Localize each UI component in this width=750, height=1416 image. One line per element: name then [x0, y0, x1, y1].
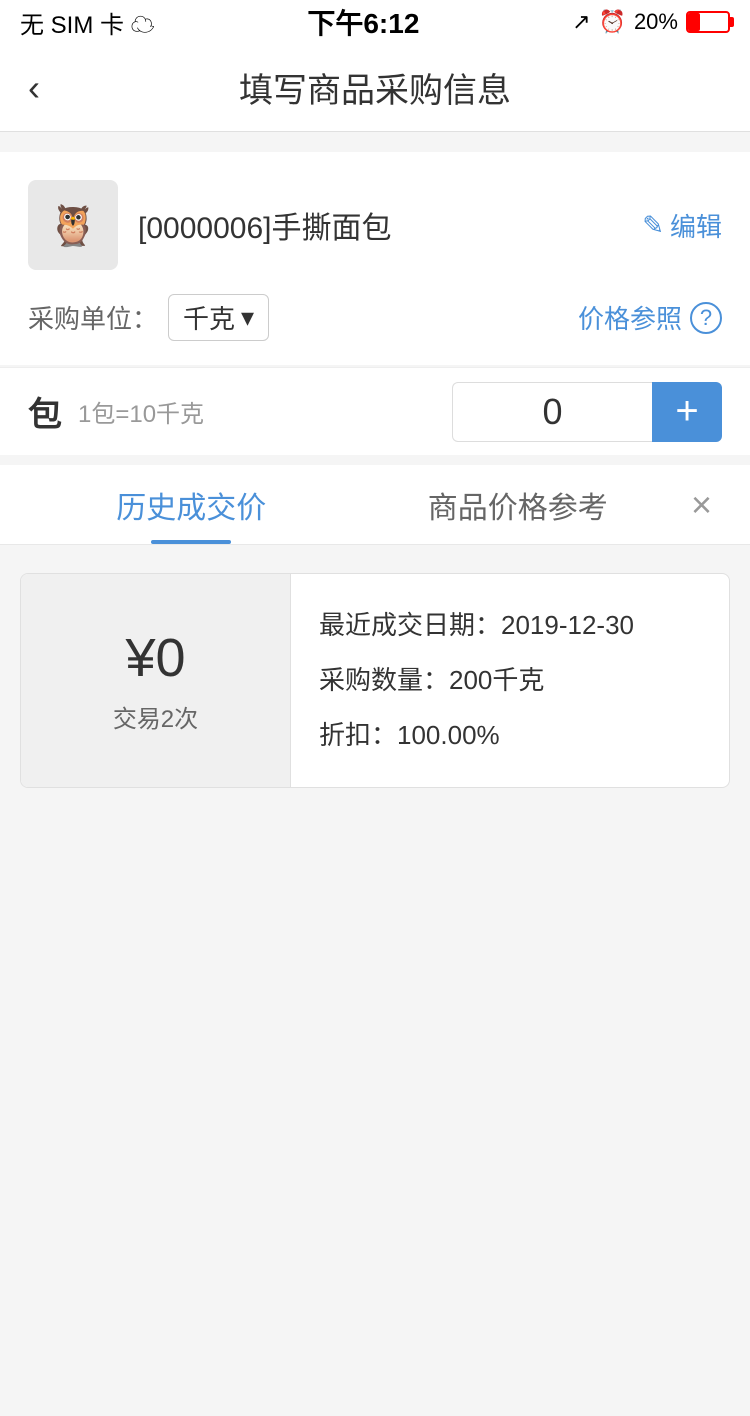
owl-logo-icon: 🦉	[48, 202, 98, 249]
unit-value: 千克	[183, 299, 235, 336]
tab-close-button[interactable]: ×	[681, 484, 722, 526]
date-label: 最近成交日期：	[319, 610, 501, 640]
discount-label: 折扣：	[319, 720, 397, 750]
nav-bar: ‹ 填写商品采购信息	[0, 44, 750, 132]
quantity-conversion: 1包=10千克	[78, 394, 204, 429]
date-row: 最近成交日期：2019-12-30	[319, 606, 701, 645]
battery-indicator	[686, 11, 730, 33]
price-reference-button[interactable]: 价格参照 ?	[578, 299, 722, 336]
tab-row: 历史成交价 商品价格参考 ×	[0, 465, 750, 545]
battery-percent: 20%	[634, 9, 678, 35]
tab-active-underline	[151, 540, 231, 544]
quantity-detail-row: 采购数量：200千克	[319, 661, 701, 700]
discount-row: 折扣：100.00%	[319, 716, 701, 755]
status-right: ↗ ⏰ 20%	[572, 9, 730, 35]
edit-icon: ✎	[642, 210, 664, 241]
status-bar: 无 SIM 卡 ☁ 下午6:12 ↗ ⏰ 20%	[0, 0, 750, 44]
status-time: 下午6:12	[307, 2, 419, 42]
alarm-icon: ⏰	[599, 9, 626, 35]
edit-button[interactable]: ✎ 编辑	[642, 207, 722, 244]
transaction-count: 交易2次	[113, 699, 198, 734]
product-card: 🦉 [0000006]手撕面包 ✎ 编辑 采购单位： 千克 ▾ 价格参照 ?	[0, 152, 750, 365]
quantity-value[interactable]: 0	[452, 382, 652, 442]
price-display: ¥0	[125, 627, 185, 689]
edit-label: 编辑	[670, 207, 722, 244]
quantity-control: 0 +	[452, 382, 722, 442]
status-left: 无 SIM 卡 ☁	[20, 5, 155, 40]
unit-select[interactable]: 千克 ▾	[168, 294, 269, 341]
quantity-unit: 包	[28, 387, 62, 436]
location-icon: ↗	[572, 9, 590, 35]
quantity-plus-button[interactable]: +	[652, 382, 722, 442]
tab-price-reference[interactable]: 商品价格参考	[354, 465, 680, 544]
card-detail-right: 最近成交日期：2019-12-30 采购数量：200千克 折扣：100.00%	[291, 574, 729, 787]
qty-detail-value: 200千克	[449, 665, 544, 695]
dropdown-arrow-icon: ▾	[241, 302, 254, 333]
back-button[interactable]: ‹	[28, 67, 40, 109]
help-circle-icon: ?	[690, 302, 722, 334]
purchase-unit-label: 采购单位：	[28, 299, 158, 336]
purchase-unit-section: 采购单位： 千克 ▾	[28, 294, 269, 341]
sim-status: 无 SIM 卡 ☁	[20, 5, 155, 40]
product-name: [0000006]手撕面包	[138, 203, 391, 247]
page-rest	[0, 816, 750, 1416]
currency-symbol: ¥	[125, 628, 155, 688]
discount-value: 100.00%	[397, 720, 500, 750]
price-ref-label: 价格参照	[578, 299, 682, 336]
qty-detail-label: 采购数量：	[319, 665, 449, 695]
quantity-row: 包 1包=10千克 0 +	[0, 367, 750, 455]
date-value: 2019-12-30	[501, 610, 634, 640]
product-image: 🦉	[28, 180, 118, 270]
price-card: ¥0 交易2次 最近成交日期：2019-12-30 采购数量：200千克 折扣：…	[20, 573, 730, 788]
card-price-left: ¥0 交易2次	[21, 574, 291, 787]
price-value: 0	[156, 628, 186, 688]
page-title: 填写商品采购信息	[239, 63, 511, 112]
tab-history-price[interactable]: 历史成交价	[28, 465, 354, 544]
